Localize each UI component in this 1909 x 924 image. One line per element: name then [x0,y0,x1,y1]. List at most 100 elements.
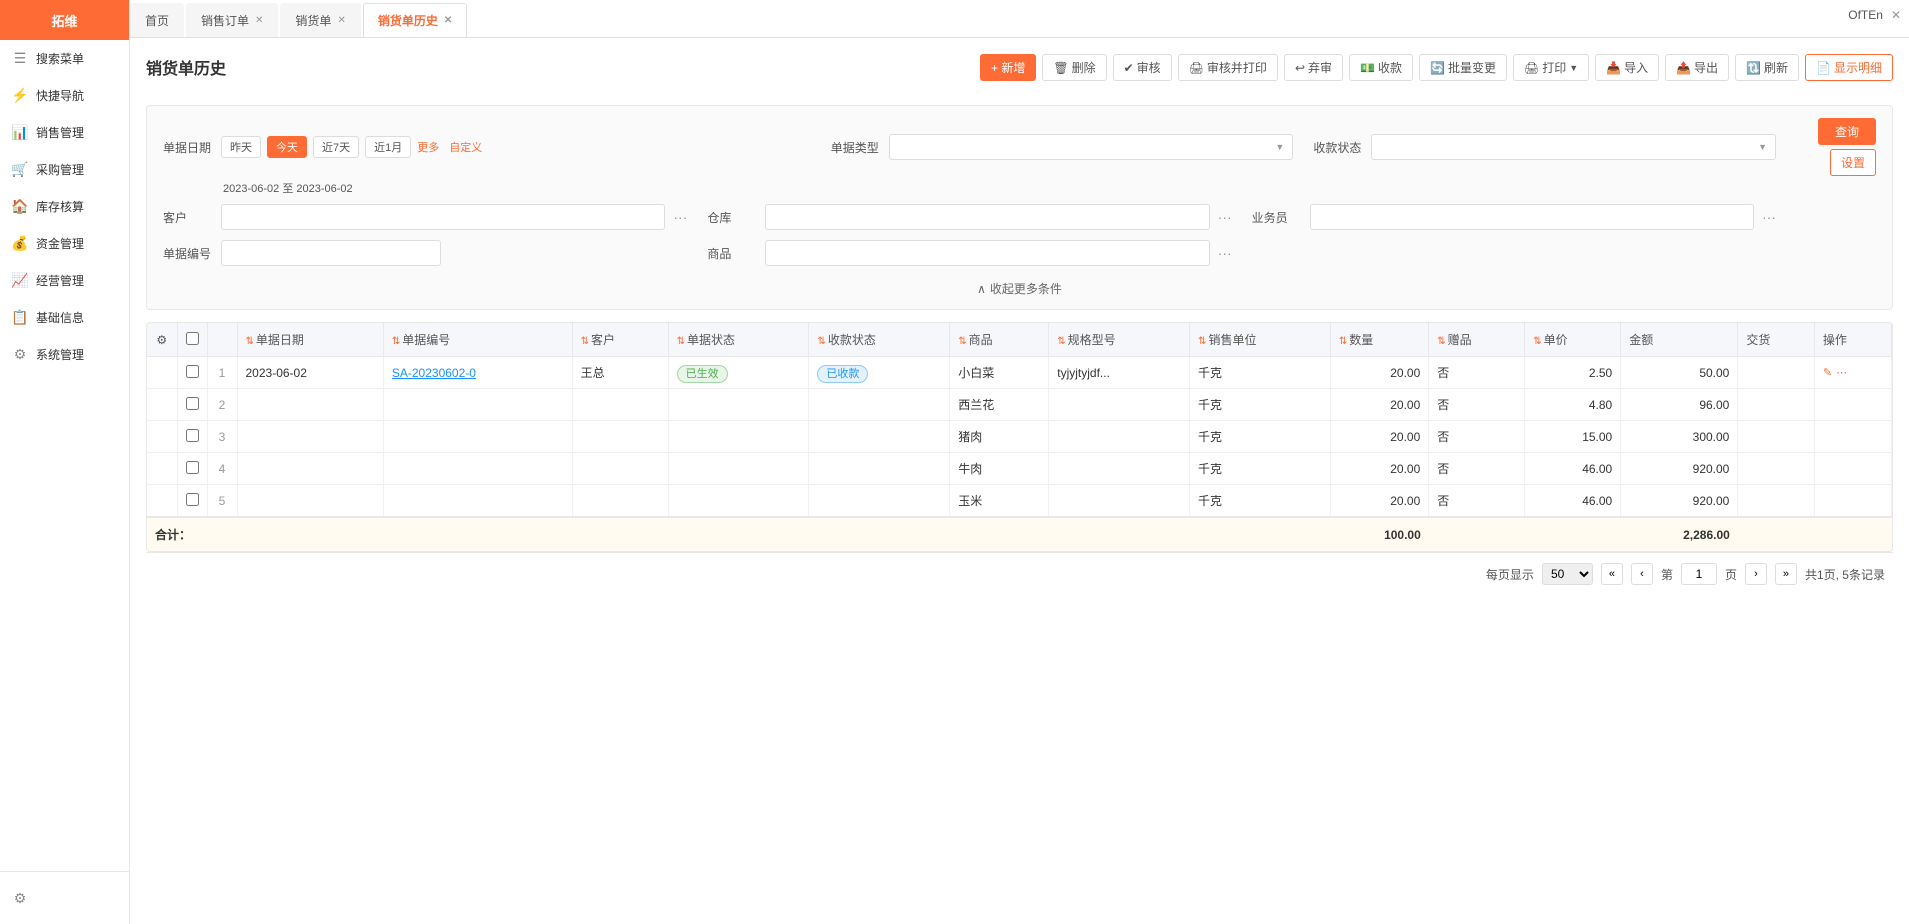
th-settings[interactable]: ⚙ [147,323,177,357]
summary-total-qty: 100.00 [1330,517,1428,551]
select-all-checkbox[interactable] [186,332,199,345]
tab-sales-order[interactable]: 销售订单 ✕ [186,3,278,37]
system-mgmt-icon: ⚙ [12,347,28,363]
summary-spacer [237,517,1330,551]
refresh-button[interactable]: 🔃 刷新 [1735,54,1799,81]
doc-num-input[interactable] [221,240,441,266]
sidebar-bottom-item1[interactable]: ⚙ [0,880,129,916]
discard-button[interactable]: ↩ 弃审 [1284,54,1343,81]
salesman-more-icon[interactable]: ··· [1762,209,1776,225]
tab-sales-delivery-close[interactable]: ✕ [337,15,345,26]
th-payment-status[interactable]: ⇅收款状态 [809,323,950,357]
th-price[interactable]: ⇅单价 [1525,323,1621,357]
summary-ops [1814,517,1891,551]
cell-spec [1049,421,1190,453]
filter-actions: 查询 设置 [1796,118,1876,176]
payment-status-select[interactable]: ▼ [1371,134,1776,160]
salesman-input[interactable] [1310,204,1754,230]
cell-row-num: 5 [207,485,237,518]
show-detail-button[interactable]: 📄 显示明细 [1805,54,1893,81]
import-button[interactable]: 📥 导入 [1595,54,1659,81]
date-custom-link[interactable]: 自定义 [449,139,482,155]
th-goods[interactable]: ⇅商品 [950,323,1049,357]
sidebar-item-operations-mgmt[interactable]: 📈 经营管理 [0,262,129,299]
audit-button[interactable]: ✔ 审核 [1113,54,1172,81]
date-btn-yesterday[interactable]: 昨天 [221,136,261,158]
close-window-btn[interactable]: ✕ [1891,8,1901,22]
sidebar-item-quick-nav[interactable]: ⚡ 快捷导航 [0,77,129,114]
th-doc-status[interactable]: ⇅单据状态 [668,323,809,357]
sidebar: 拓维 ☰ 搜索菜单 ⚡ 快捷导航 📊 销售管理 🛒 采购管理 🏠 库存核算 💰 … [0,0,130,924]
audit-print-button[interactable]: 🖨 审核并打印 [1178,54,1278,81]
doc-type-select[interactable]: ▼ [889,134,1294,160]
next-page-btn[interactable]: › [1745,563,1767,585]
goods-input[interactable] [765,240,1209,266]
cell-amount: 300.00 [1621,421,1738,453]
th-customer[interactable]: ⇅客户 [572,323,668,357]
sidebar-item-purchase-mgmt[interactable]: 🛒 采购管理 [0,151,129,188]
last-page-btn[interactable]: » [1775,563,1797,585]
cell-spec [1049,485,1190,518]
cell-doc-num[interactable] [383,389,572,421]
doc-num-link[interactable]: SA-20230602-0 [392,366,476,380]
th-checkbox[interactable] [177,323,207,357]
export-button[interactable]: 📤 导出 [1665,54,1729,81]
th-gift[interactable]: ⇅赠品 [1429,323,1525,357]
cell-checkbox[interactable] [177,485,207,518]
tab-sales-order-close[interactable]: ✕ [255,15,263,26]
new-button[interactable]: + 新增 [980,54,1036,81]
cell-checkbox[interactable] [177,421,207,453]
filter-settings-button[interactable]: 设置 [1830,149,1876,176]
filter-row-1: 单据日期 昨天 今天 近7天 近1月 更多 自定义 单据类型 ▼ [163,118,1876,176]
customer-input[interactable] [221,204,665,230]
batch-change-button[interactable]: 🔄 批量变更 [1419,54,1507,81]
warehouse-more-icon[interactable]: ··· [1218,209,1232,225]
cell-checkbox[interactable] [177,389,207,421]
delete-button[interactable]: 🗑 删除 [1042,54,1106,81]
th-unit[interactable]: ⇅销售单位 [1190,323,1331,357]
cell-doc-num[interactable] [383,485,572,518]
cell-doc-num[interactable] [383,421,572,453]
date-btn-today[interactable]: 今天 [267,136,307,158]
customer-more-icon[interactable]: ··· [673,209,687,225]
cell-ops: ✎⋯ [1814,357,1891,389]
customer-label: 客户 [163,209,213,226]
cell-checkbox[interactable] [177,453,207,485]
cell-checkbox[interactable] [177,357,207,389]
cell-doc-status: 已生效 [668,357,809,389]
th-spec[interactable]: ⇅规格型号 [1049,323,1190,357]
sidebar-item-inventory-calc[interactable]: 🏠 库存核算 [0,188,129,225]
sidebar-item-basic-info[interactable]: 📋 基础信息 [0,299,129,336]
tab-sales-delivery[interactable]: 销货单 ✕ [280,3,360,37]
sidebar-item-search-menu[interactable]: ☰ 搜索菜单 [0,40,129,77]
tab-sales-delivery-history-close[interactable]: ✕ [444,15,452,26]
sidebar-item-sales-mgmt[interactable]: 📊 销售管理 [0,114,129,151]
collect-button[interactable]: 💵 收款 [1349,54,1413,81]
cell-doc-num[interactable] [383,453,572,485]
collapse-button[interactable]: ∧ 收起更多条件 [163,276,1876,297]
table-row: 3 猪肉 千克 20.00 否 15.00 300.00 [147,421,1892,453]
tab-sales-delivery-history[interactable]: 销货单历史 ✕ [363,3,467,37]
prev-page-btn[interactable]: ‹ [1631,563,1653,585]
sidebar-item-finance-mgmt[interactable]: 💰 资金管理 [0,225,129,262]
more-op-btn[interactable]: ⋯ [1836,366,1847,379]
th-doc-num[interactable]: ⇅单据编号 [383,323,572,357]
warehouse-input[interactable] [765,204,1209,230]
sidebar-item-system-mgmt[interactable]: ⚙ 系统管理 [0,336,129,373]
date-btn-7days[interactable]: 近7天 [313,136,359,158]
print-button[interactable]: 🖨 打印 ▼ [1513,54,1589,81]
date-btn-1month[interactable]: 近1月 [365,136,411,158]
th-date[interactable]: ⇅单据日期 [237,323,383,357]
tab-home[interactable]: 首页 [130,3,184,37]
cell-doc-num[interactable]: SA-20230602-0 [383,357,572,389]
first-page-btn[interactable]: « [1601,563,1623,585]
per-page-select[interactable]: 50 100 200 [1542,563,1593,585]
goods-more-icon[interactable]: ··· [1218,245,1232,261]
date-more-link[interactable]: 更多 [417,139,439,155]
edit-op-btn[interactable]: ✎ [1823,366,1832,379]
current-page-input[interactable] [1681,563,1717,585]
query-button[interactable]: 查询 [1818,118,1876,145]
th-qty[interactable]: ⇅数量 [1330,323,1428,357]
cell-doc-status [668,389,809,421]
sales-mgmt-icon: 📊 [12,125,28,141]
